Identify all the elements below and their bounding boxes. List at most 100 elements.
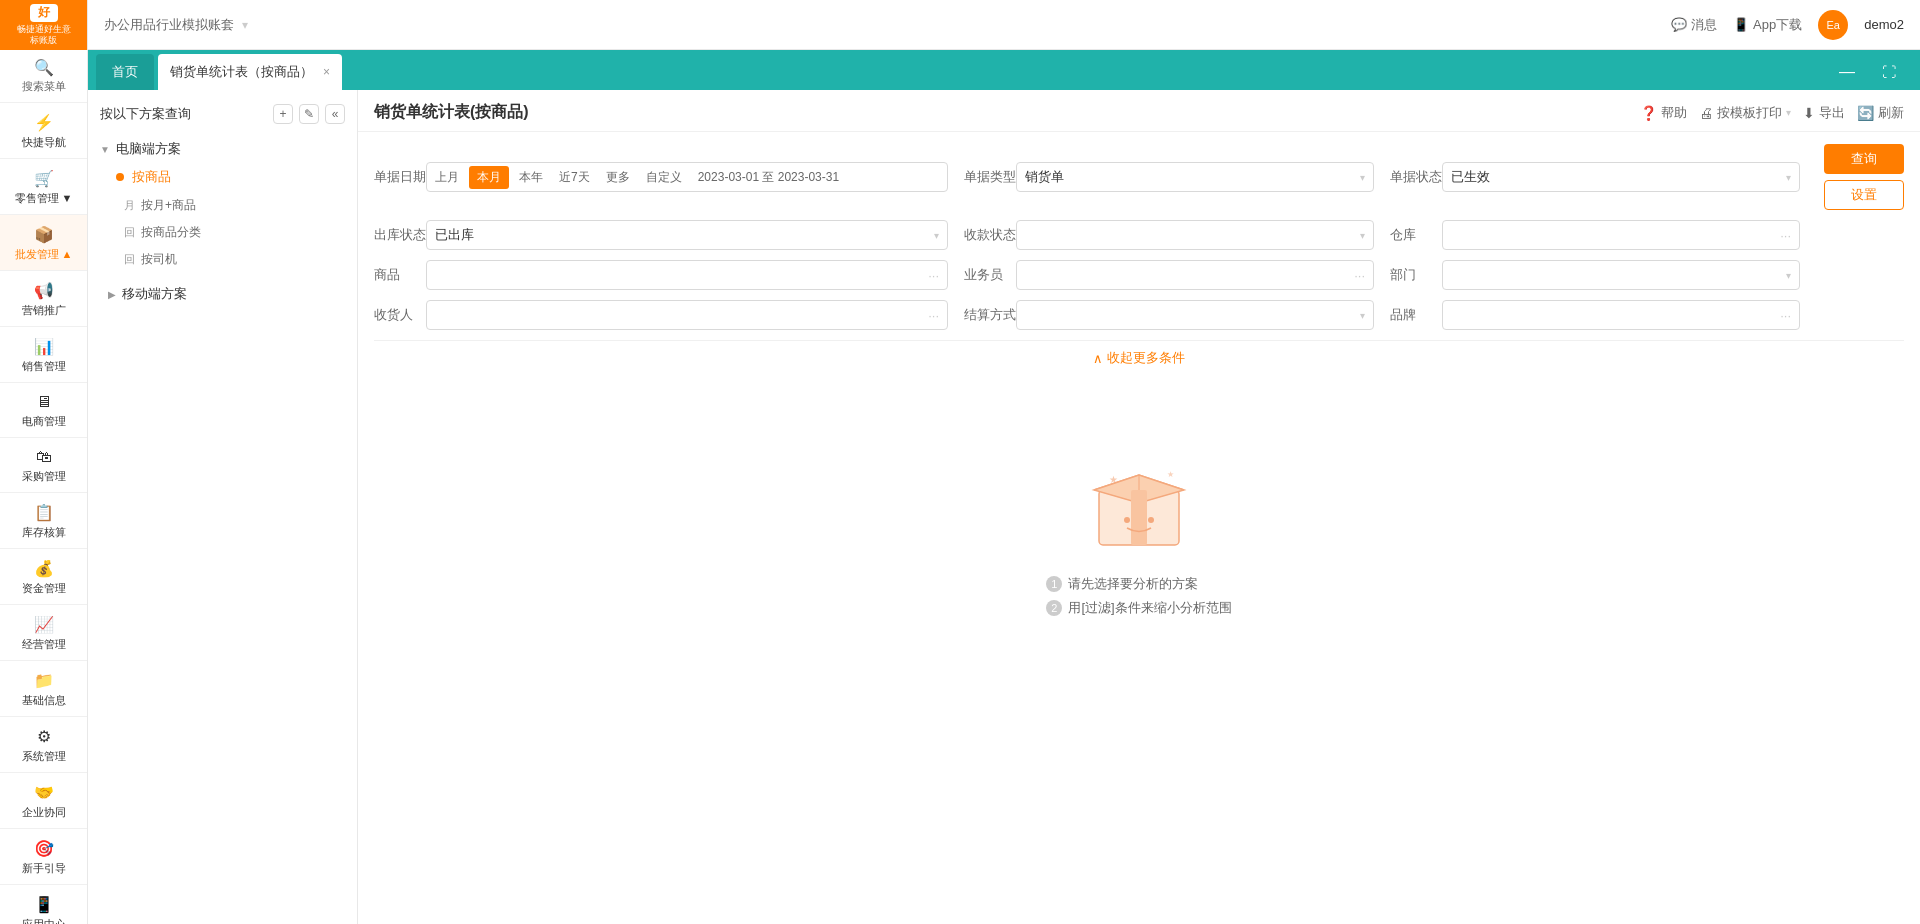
- sidebar-item-search[interactable]: 🔍 搜索菜单: [0, 50, 87, 103]
- salesman-control[interactable]: ···: [1016, 260, 1374, 290]
- sidebar-item-label: 新手引导: [22, 861, 66, 876]
- filter-collapse-btn[interactable]: «: [325, 104, 345, 124]
- date-tag-last-month[interactable]: 上月: [427, 166, 467, 189]
- date-tag-7days[interactable]: 近7天: [551, 166, 598, 189]
- sidebar-item-inventory[interactable]: 📋 库存核算: [0, 493, 87, 549]
- tab-sales-stats[interactable]: 销货单统计表（按商品） ×: [158, 54, 342, 90]
- tabbar: 首页 销货单统计表（按商品） × — ⛶: [88, 50, 1920, 90]
- warehouse2-dots: ···: [1780, 228, 1791, 243]
- sidebar-item-quick-nav[interactable]: ⚡ 快捷导航: [0, 103, 87, 159]
- empty-state: ★ ★ 1 请先选择要分析的方案 2 用[过滤]条件: [358, 375, 1920, 663]
- month-goods-icon: 月: [124, 198, 135, 213]
- sidebar-item-label: 经营管理: [22, 637, 66, 652]
- export-btn[interactable]: ⬇ 导出: [1803, 104, 1845, 122]
- logo-symbol: 好: [38, 5, 50, 21]
- mobile-section-title[interactable]: ▶ 移动端方案: [88, 281, 357, 307]
- order-status-control[interactable]: 已生效 ▾: [1442, 162, 1800, 192]
- basic-info-icon: 📁: [34, 671, 54, 690]
- date-tag-this-year[interactable]: 本年: [511, 166, 551, 189]
- receiver-control[interactable]: ···: [426, 300, 948, 330]
- query-button[interactable]: 查询: [1824, 144, 1904, 174]
- topbar-left: 办公用品行业模拟账套 ▾: [104, 16, 248, 34]
- sidebar-item-label: 应用中心: [22, 917, 66, 924]
- receipt-control[interactable]: ▾: [1016, 220, 1374, 250]
- app-center-icon: 📱: [34, 895, 54, 914]
- sidebar-item-label: 企业协同: [22, 805, 66, 820]
- sidebar-item-ecommerce[interactable]: 🖥 电商管理: [0, 383, 87, 438]
- filter-group-department: 部门 ▾: [1390, 260, 1800, 290]
- svg-text:★: ★: [1109, 474, 1118, 485]
- empty-illustration: ★ ★: [1079, 455, 1199, 555]
- receiver-dots: ···: [928, 308, 939, 323]
- filter-edit-btn[interactable]: ✎: [299, 104, 319, 124]
- settle-control[interactable]: ▾: [1016, 300, 1374, 330]
- maximize-icon: ⛶: [1882, 64, 1896, 80]
- date-filter[interactable]: 上月 本月 本年 近7天 更多 自定义 2023-03-01 至 2023-03…: [426, 162, 948, 192]
- filter-add-btn[interactable]: +: [273, 104, 293, 124]
- desktop-section-title[interactable]: ▼ 电脑端方案: [88, 136, 357, 162]
- print-btn[interactable]: 🖨 按模板打印 ▾: [1699, 104, 1791, 122]
- collapse-arrow: ∧: [1093, 351, 1103, 366]
- sidebar-item-basic-info[interactable]: 📁 基础信息: [0, 661, 87, 717]
- ecommerce-icon: 🖥: [36, 393, 52, 411]
- avatar[interactable]: Ea: [1818, 10, 1848, 40]
- svg-text:★: ★: [1167, 470, 1174, 479]
- tab-home[interactable]: 首页: [96, 54, 154, 90]
- goods-control[interactable]: ···: [426, 260, 948, 290]
- sidebar-item-finance[interactable]: 💰 资金管理: [0, 549, 87, 605]
- filter-item-goods-category[interactable]: 回 按商品分类: [88, 219, 357, 246]
- date-tag-this-month[interactable]: 本月: [469, 166, 509, 189]
- sidebar-item-app-center[interactable]: 📱 应用中心: [0, 885, 87, 924]
- filter-item-month-goods[interactable]: 月 按月+商品: [88, 192, 357, 219]
- tip-text-2: 用[过滤]条件来缩小分析范围: [1068, 599, 1231, 617]
- sidebar-item-enterprise[interactable]: 🤝 企业协同: [0, 773, 87, 829]
- settings-button[interactable]: 设置: [1824, 180, 1904, 210]
- goods-dots: ···: [928, 268, 939, 283]
- sidebar-item-sales[interactable]: 📊 销售管理: [0, 327, 87, 383]
- tip-text-1: 请先选择要分析的方案: [1068, 575, 1198, 593]
- tab-maximize-btn[interactable]: ⛶: [1874, 54, 1904, 90]
- help-icon: ❓: [1640, 105, 1657, 121]
- brand-control[interactable]: ···: [1442, 300, 1800, 330]
- filter-item-by-goods[interactable]: 按商品: [88, 162, 357, 192]
- sidebar-item-wholesale[interactable]: 📦 批发管理 ▲: [0, 215, 87, 271]
- filter-header-actions: + ✎ «: [273, 104, 345, 124]
- sidebar-item-label: 搜索菜单: [22, 79, 66, 94]
- section-label2: 移动端方案: [122, 285, 187, 303]
- sidebar-item-purchase[interactable]: 🛍 采购管理: [0, 438, 87, 493]
- date-label: 单据日期: [374, 168, 426, 186]
- app-download-btn[interactable]: 📱 App下载: [1733, 16, 1802, 34]
- sidebar-item-operations[interactable]: 📈 经营管理: [0, 605, 87, 661]
- settle-label: 结算方式: [964, 306, 1016, 324]
- sidebar-item-system[interactable]: ⚙ 系统管理: [0, 717, 87, 773]
- filter-panel: 按以下方案查询 + ✎ « ▼ 电脑端方案: [88, 90, 358, 924]
- tab-close-icon[interactable]: ×: [323, 65, 330, 79]
- message-btn[interactable]: 💬 消息: [1671, 16, 1717, 34]
- department-control[interactable]: ▾: [1442, 260, 1800, 290]
- wholesale-icon: 📦: [34, 225, 54, 244]
- sidebar-item-marketing[interactable]: 📢 营销推广: [0, 271, 87, 327]
- sidebar-item-retail[interactable]: 🛒 零售管理 ▼: [0, 159, 87, 215]
- order-type-control[interactable]: 销货单 ▾: [1016, 162, 1374, 192]
- date-tag-custom[interactable]: 自定义: [638, 166, 690, 189]
- order-type-arrow: ▾: [1360, 172, 1365, 183]
- collapse-bar[interactable]: ∧ 收起更多条件: [374, 340, 1904, 375]
- department-arrow: ▾: [1786, 270, 1791, 281]
- tab-minimize-btn[interactable]: —: [1832, 54, 1862, 90]
- warehouse-control[interactable]: 已出库 ▾: [426, 220, 948, 250]
- print-label: 按模板打印: [1717, 104, 1782, 122]
- quick-nav-icon: ⚡: [34, 113, 54, 132]
- warehouse2-label: 仓库: [1390, 226, 1442, 244]
- finance-icon: 💰: [34, 559, 54, 578]
- refresh-btn[interactable]: 🔄 刷新: [1857, 104, 1904, 122]
- logo-text: 畅捷通好生意标账版: [17, 24, 71, 46]
- warehouse2-control[interactable]: ···: [1442, 220, 1800, 250]
- date-tag-more[interactable]: 更多: [598, 166, 638, 189]
- filter-item-driver[interactable]: 回 按司机: [88, 246, 357, 273]
- add-icon: +: [279, 107, 286, 121]
- filter-section-desktop: ▼ 电脑端方案 按商品 月 按月+商品 回 按商品分类 回 按司机: [88, 132, 357, 277]
- sidebar-item-guide[interactable]: 🎯 新手引导: [0, 829, 87, 885]
- order-status-arrow: ▾: [1786, 172, 1791, 183]
- help-btn[interactable]: ❓ 帮助: [1640, 104, 1687, 122]
- filter-group-salesman: 业务员 ···: [964, 260, 1374, 290]
